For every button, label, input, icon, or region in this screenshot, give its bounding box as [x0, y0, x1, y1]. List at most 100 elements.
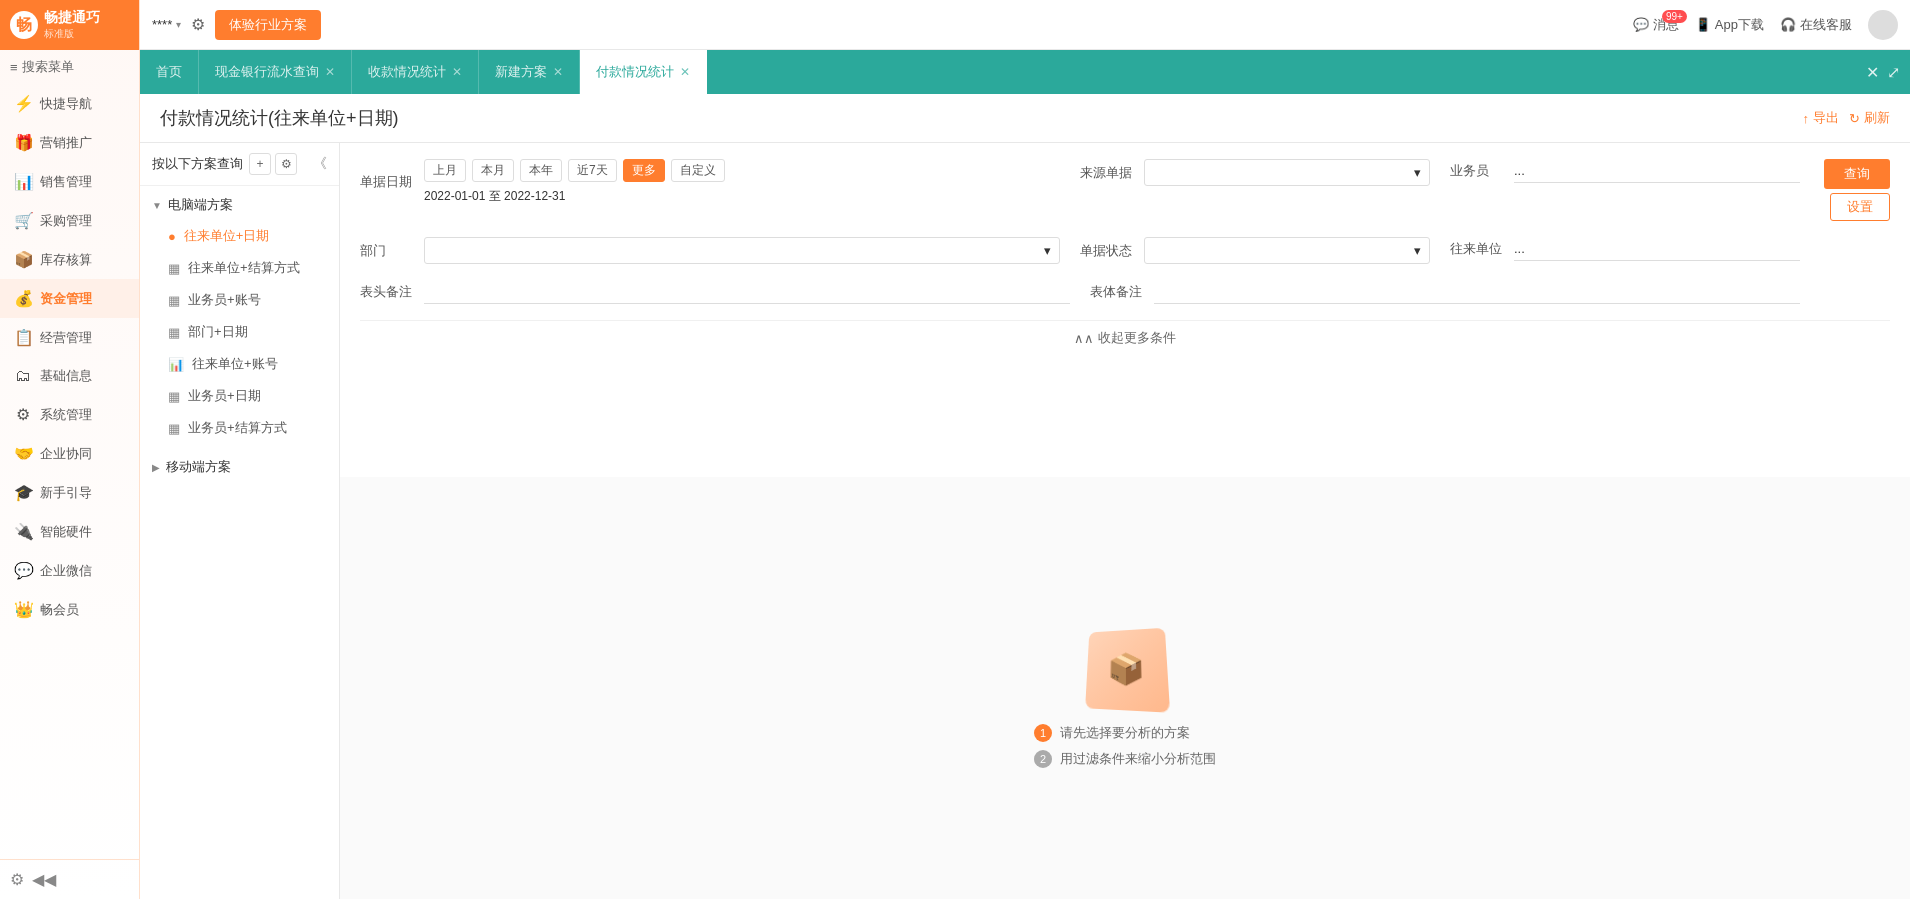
sidebar-label-purchase: 采购管理 — [40, 212, 92, 230]
scheme-item-partner-settle[interactable]: ▦往来单位+结算方式 — [140, 252, 339, 284]
tab-cash-flow[interactable]: 现金银行流水查询 ✕ — [199, 50, 352, 94]
scheme-item-partner-account[interactable]: 📊往来单位+账号 — [140, 348, 339, 380]
header-note-label: 表头备注 — [360, 283, 416, 301]
date-shortcut-5[interactable]: 自定义 — [671, 159, 725, 182]
trial-btn[interactable]: 体验行业方案 — [215, 10, 321, 40]
main-area: **** ▾ ⚙ 体验行业方案 💬 消息 99+ 📱 App下载 🎧 在线客服 … — [140, 0, 1910, 899]
add-scheme-btn[interactable]: + — [249, 153, 271, 175]
sidebar-item-operations[interactable]: 📋经营管理 — [0, 318, 139, 357]
staff-input[interactable] — [1514, 159, 1800, 183]
sidebar-item-member[interactable]: 👑畅会员 — [0, 590, 139, 629]
tab-close-cash-flow[interactable]: ✕ — [325, 65, 335, 79]
tab-close-receipt-stats[interactable]: ✕ — [452, 65, 462, 79]
scheme-item-staff-account[interactable]: ▦业务员+账号 — [140, 284, 339, 316]
mobile-group-arrow-icon: ▶ — [152, 462, 160, 473]
online-service-action[interactable]: 🎧 在线客服 — [1780, 16, 1852, 34]
filter-settings-btn[interactable]: 设置 — [1830, 193, 1890, 221]
scheme-item-dept-date[interactable]: ▦部门+日期 — [140, 316, 339, 348]
tab-home[interactable]: 首页 — [140, 50, 199, 94]
date-shortcut-2[interactable]: 本年 — [520, 159, 562, 182]
sidebar-item-inventory[interactable]: 📦库存核算 — [0, 240, 139, 279]
body-layout: 按以下方案查询 + ⚙ 《 ▼ 电脑端方案 ●往来单位+日期▦往来单位+结算方式… — [140, 143, 1910, 899]
sidebar-label-system: 系统管理 — [40, 406, 92, 424]
collapse-sidebar-btn[interactable]: ◀◀ — [32, 870, 56, 889]
settings-scheme-btn[interactable]: ⚙ — [275, 153, 297, 175]
export-btn[interactable]: ↑ 导出 — [1803, 109, 1840, 127]
user-avatar[interactable] — [1868, 10, 1898, 40]
staff-field: 业务员 — [1450, 159, 1800, 183]
refresh-icon: ↻ — [1849, 111, 1860, 126]
mobile-group-title[interactable]: ▶ 移动端方案 — [140, 452, 339, 482]
app-download-action[interactable]: 📱 App下载 — [1695, 16, 1764, 34]
export-label: 导出 — [1813, 109, 1839, 127]
date-shortcut-1[interactable]: 本月 — [472, 159, 514, 182]
body-note-field: 表体备注 — [1090, 280, 1800, 304]
sidebar-item-corp-wechat[interactable]: 💬企业微信 — [0, 551, 139, 590]
date-shortcut-0[interactable]: 上月 — [424, 159, 466, 182]
scheme-item-staff-date[interactable]: ▦业务员+日期 — [140, 380, 339, 412]
sidebar-label-member: 畅会员 — [40, 601, 79, 619]
sidebar-item-smart-hw[interactable]: 🔌智能硬件 — [0, 512, 139, 551]
scheme-panel: 按以下方案查询 + ⚙ 《 ▼ 电脑端方案 ●往来单位+日期▦往来单位+结算方式… — [140, 143, 340, 899]
scheme-item-staff-settle[interactable]: ▦业务员+结算方式 — [140, 412, 339, 444]
sidebar-item-guide[interactable]: 🎓新手引导 — [0, 473, 139, 512]
sidebar-item-system[interactable]: ⚙系统管理 — [0, 395, 139, 434]
logo-icon: 畅 — [10, 11, 38, 39]
tab-new-scheme[interactable]: 新建方案 ✕ — [479, 50, 580, 94]
expand-tabs-btn[interactable]: ⤢ — [1887, 63, 1900, 82]
collapse-more-btn[interactable]: ∧∧ 收起更多条件 — [360, 320, 1890, 355]
app-download-label: App下载 — [1715, 16, 1764, 34]
source-doc-select[interactable]: ▾ — [1144, 159, 1430, 186]
desktop-group-title[interactable]: ▼ 电脑端方案 — [140, 190, 339, 220]
sidebar-icon-smart-hw: 🔌 — [14, 522, 32, 541]
date-shortcuts-group: 上月本月本年近7天更多自定义 2022-01-01 至 2022-12-31 — [424, 159, 1060, 205]
scheme-label-partner-account: 往来单位+账号 — [192, 355, 278, 373]
date-shortcut-4[interactable]: 更多 — [623, 159, 665, 182]
sidebar-icon-purchase: 🛒 — [14, 211, 32, 230]
sidebar-item-quick-nav[interactable]: ⚡快捷导航 — [0, 84, 139, 123]
tab-payment-stats[interactable]: 付款情况统计 ✕ — [580, 50, 707, 94]
body-note-input[interactable] — [1154, 280, 1800, 304]
header-note-input[interactable] — [424, 280, 1070, 304]
partner-input[interactable] — [1514, 237, 1800, 261]
doc-status-select[interactable]: ▾ — [1144, 237, 1430, 264]
sidebar-item-finance[interactable]: 💰资金管理 — [0, 279, 139, 318]
tab-close-new-scheme[interactable]: ✕ — [553, 65, 563, 79]
empty-illustration: 📦 — [1065, 608, 1185, 708]
user-name: **** — [152, 17, 172, 32]
dept-select[interactable]: ▾ — [424, 237, 1060, 264]
sidebar-item-basic-info[interactable]: 🗂基础信息 — [0, 357, 139, 395]
scheme-item-partner-date[interactable]: ●往来单位+日期 — [140, 220, 339, 252]
collapse-arrow-icon: ∧∧ — [1074, 331, 1094, 346]
doc-date-label: 单据日期 — [360, 173, 416, 191]
close-all-tabs-btn[interactable]: ✕ — [1866, 63, 1879, 82]
date-range-display: 2022-01-01 至 2022-12-31 — [424, 186, 1060, 205]
settings-gear-icon[interactable]: ⚙ — [191, 15, 205, 34]
sidebar-item-marketing[interactable]: 🎁营销推广 — [0, 123, 139, 162]
page-header-actions: ↑ 导出 ↻ 刷新 — [1803, 109, 1891, 127]
settings-bottom-icon[interactable]: ⚙ — [10, 870, 24, 889]
sidebar-item-corp-collab[interactable]: 🤝企业协同 — [0, 434, 139, 473]
sidebar-item-purchase[interactable]: 🛒 采购管理 — [0, 201, 139, 240]
tab-close-payment-stats[interactable]: ✕ — [680, 65, 690, 79]
tabbar: 首页现金银行流水查询 ✕收款情况统计 ✕新建方案 ✕付款情况统计 ✕✕⤢ — [140, 50, 1910, 94]
date-shortcut-3[interactable]: 近7天 — [568, 159, 617, 182]
filter-row-2: 部门 ▾ 单据状态 ▾ 往来单位 — [360, 237, 1890, 264]
source-doc-chevron-icon: ▾ — [1414, 165, 1421, 180]
sidebar-icon-quick-nav: ⚡ — [14, 94, 32, 113]
scheme-panel-title: 按以下方案查询 — [152, 155, 243, 173]
query-btn[interactable]: 查询 — [1824, 159, 1890, 189]
search-menu[interactable]: ≡ 搜索菜单 — [0, 50, 139, 84]
hint-num-1: 1 — [1034, 724, 1052, 742]
collapse-scheme-panel-btn[interactable]: 《 — [313, 155, 327, 173]
tab-label-new-scheme: 新建方案 — [495, 63, 547, 81]
message-action[interactable]: 💬 消息 99+ — [1633, 16, 1679, 34]
user-chevron-icon[interactable]: ▾ — [176, 19, 181, 30]
source-doc-label: 来源单据 — [1080, 164, 1136, 182]
tab-receipt-stats[interactable]: 收款情况统计 ✕ — [352, 50, 479, 94]
sidebar-item-sales[interactable]: 📊销售管理 — [0, 162, 139, 201]
refresh-btn[interactable]: ↻ 刷新 — [1849, 109, 1890, 127]
search-icon: ≡ — [10, 60, 18, 75]
tab-label-receipt-stats: 收款情况统计 — [368, 63, 446, 81]
sidebar-icon-operations: 📋 — [14, 328, 32, 347]
